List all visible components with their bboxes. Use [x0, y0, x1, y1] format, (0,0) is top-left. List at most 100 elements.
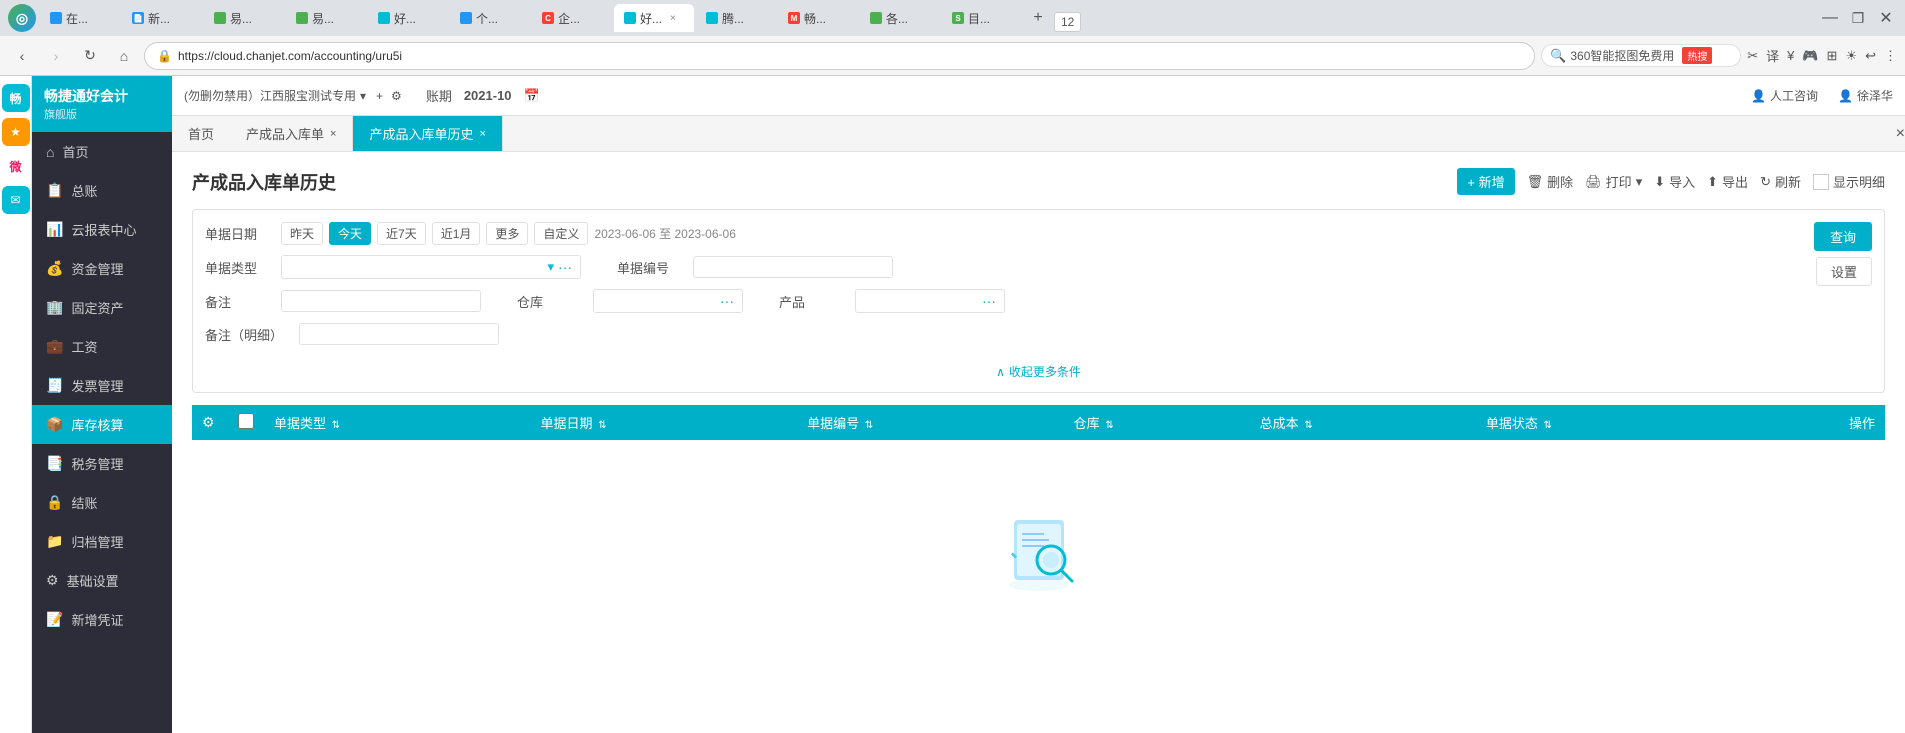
icon-sidebar: 畅 ★ 微 ✉	[0, 76, 32, 733]
settings-company-icon[interactable]: ⚙	[391, 89, 402, 103]
col-gear[interactable]: ⚙	[192, 405, 228, 440]
close-button[interactable]: ✕	[1875, 7, 1897, 29]
tab-8[interactable]: 好... ×	[614, 4, 694, 32]
breadcrumb-home[interactable]: 首页	[172, 116, 230, 151]
date-btn-1month[interactable]: 近1月	[432, 222, 481, 245]
panel-close-button[interactable]: ×	[1896, 125, 1905, 143]
sidebar-item-invoice[interactable]: 🧾 发票管理	[32, 366, 172, 405]
refresh-button[interactable]: ↻ 刷新	[1760, 172, 1801, 191]
col-total-cost[interactable]: 总成本 ⇅	[1250, 405, 1476, 440]
back-button[interactable]: ‹	[8, 42, 36, 70]
human-service-button[interactable]: 👤 人工咨询	[1751, 87, 1818, 104]
date-btn-7days[interactable]: 近7天	[377, 222, 426, 245]
type-dots-icon[interactable]: ···	[558, 259, 572, 275]
minimize-button[interactable]: —	[1819, 7, 1841, 29]
currency-icon[interactable]: ¥	[1787, 48, 1794, 63]
import-button[interactable]: ⬇ 导入	[1654, 172, 1695, 191]
sidebar-item-new-voucher[interactable]: 📝 新增凭证	[32, 600, 172, 639]
tab-history-page[interactable]: 产成品入库单历史 ×	[353, 116, 502, 151]
col-checkbox[interactable]	[228, 405, 264, 440]
product-dots-icon[interactable]: ···	[982, 293, 996, 309]
sidebar-item-funds[interactable]: 💰 资金管理	[32, 249, 172, 288]
tab-5[interactable]: 好...	[368, 4, 448, 32]
number-input[interactable]	[693, 256, 893, 278]
date-btn-more[interactable]: 更多	[486, 222, 528, 245]
tab-2[interactable]: 📄 新...	[122, 4, 202, 32]
search-box[interactable]: 🔍 360智能抠图免费用 热搜	[1541, 44, 1741, 67]
tab-list-page[interactable]: 产成品入库单 ×	[230, 116, 353, 151]
col-gear-button[interactable]: ⚙	[202, 414, 215, 431]
sidebar-item-settlement[interactable]: 🔒 结账	[32, 483, 172, 522]
scissors-icon[interactable]: ✂	[1747, 48, 1758, 64]
col-type-sort-icon: ⇅	[332, 420, 340, 431]
user-info[interactable]: 👤 徐泽华	[1838, 87, 1893, 104]
filter-settings-button[interactable]: 设置	[1816, 257, 1872, 286]
product-select[interactable]: ···	[855, 289, 1005, 313]
tab-12[interactable]: S 目...	[942, 4, 1022, 32]
sidebar-item-fixed-assets[interactable]: 🏢 固定资产	[32, 288, 172, 327]
col-type[interactable]: 单据类型 ⇅	[264, 405, 531, 440]
undo-icon[interactable]: ↩	[1865, 48, 1876, 64]
tab-10[interactable]: M 畅...	[778, 4, 858, 32]
grid-icon[interactable]: ⊞	[1827, 48, 1838, 64]
app-icon-star[interactable]: ★	[2, 118, 30, 146]
col-status[interactable]: 单据状态 ⇅	[1476, 405, 1743, 440]
sidebar-item-general-ledger[interactable]: 📋 总账	[32, 171, 172, 210]
home-icon: ⌂	[46, 144, 54, 160]
game-icon[interactable]: 🎮	[1802, 48, 1818, 64]
col-number[interactable]: 单据编号 ⇅	[797, 405, 1064, 440]
tab-count-badge[interactable]: 12	[1054, 12, 1081, 32]
menu-icon[interactable]: ⋮	[1884, 48, 1897, 64]
sidebar-item-tax[interactable]: 📑 税务管理	[32, 444, 172, 483]
sidebar-item-payroll[interactable]: 💼 工资	[32, 327, 172, 366]
sidebar-item-archive[interactable]: 📁 归档管理	[32, 522, 172, 561]
delete-button[interactable]: 🗑 删除	[1527, 172, 1574, 191]
translate-icon[interactable]: 译	[1766, 46, 1779, 65]
sidebar-item-inventory[interactable]: 📦 库存核算	[32, 405, 172, 444]
tab-close-8[interactable]: ×	[670, 13, 676, 24]
tab-11[interactable]: 各...	[860, 4, 940, 32]
add-company-button[interactable]: +	[376, 89, 383, 103]
sidebar-item-basic-settings[interactable]: ⚙ 基础设置	[32, 561, 172, 600]
collapse-button[interactable]: ∧ 收起更多条件	[205, 363, 1872, 380]
sidebar-item-home[interactable]: ⌂ 首页	[32, 132, 172, 171]
date-btn-today[interactable]: 今天	[329, 222, 371, 245]
type-select[interactable]: ▾ ···	[281, 255, 581, 279]
date-btn-custom[interactable]: 自定义	[534, 222, 588, 245]
show-details-toggle[interactable]: 显示明细	[1813, 172, 1885, 191]
warehouse-dots-icon[interactable]: ···	[720, 293, 734, 309]
sidebar-item-reports[interactable]: 📊 云报表中心	[32, 210, 172, 249]
date-btn-yesterday[interactable]: 昨天	[281, 222, 323, 245]
tab-9[interactable]: 腾...	[696, 4, 776, 32]
col-warehouse[interactable]: 仓库 ⇅	[1064, 405, 1250, 440]
app-icon-mail[interactable]: ✉	[2, 186, 30, 214]
tab-3[interactable]: 易...	[204, 4, 284, 32]
detail-remark-input[interactable]	[299, 323, 499, 345]
theme-icon[interactable]: ☀	[1845, 48, 1857, 64]
export-button[interactable]: ⬆ 导出	[1707, 172, 1748, 191]
tab-4[interactable]: 易...	[286, 4, 366, 32]
forward-button[interactable]: ›	[42, 42, 70, 70]
tab-list-close[interactable]: ×	[330, 128, 336, 140]
tab-history-close[interactable]: ×	[479, 128, 485, 140]
remark-input[interactable]	[281, 290, 481, 312]
tab-7[interactable]: C 企...	[532, 4, 612, 32]
refresh-button[interactable]: ↻	[76, 42, 104, 70]
company-selector[interactable]: (勿删勿禁用）江西服宝测试专用 ▾ + ⚙	[184, 87, 402, 104]
new-tab-button[interactable]: +	[1024, 4, 1052, 32]
app-icon-weibo[interactable]: 微	[2, 152, 30, 180]
print-button[interactable]: 🖨 打印 ▾	[1585, 172, 1642, 191]
tab-6[interactable]: 个...	[450, 4, 530, 32]
add-button[interactable]: + 新增	[1457, 168, 1514, 195]
col-date[interactable]: 单据日期 ⇅	[531, 405, 798, 440]
period-calendar-icon[interactable]: 📅	[524, 88, 540, 104]
tab-1[interactable]: 在...	[40, 4, 120, 32]
app-icon-chanjet[interactable]: 畅	[2, 84, 30, 112]
query-button[interactable]: 查询	[1814, 222, 1872, 251]
maximize-button[interactable]: ❐	[1847, 7, 1869, 29]
warehouse-select[interactable]: ···	[593, 289, 743, 313]
show-details-checkbox[interactable]	[1813, 174, 1829, 190]
home-button[interactable]: ⌂	[110, 42, 138, 70]
address-box[interactable]: 🔒 https://cloud.chanjet.com/accounting/u…	[144, 42, 1535, 70]
select-all-checkbox[interactable]	[238, 413, 254, 429]
